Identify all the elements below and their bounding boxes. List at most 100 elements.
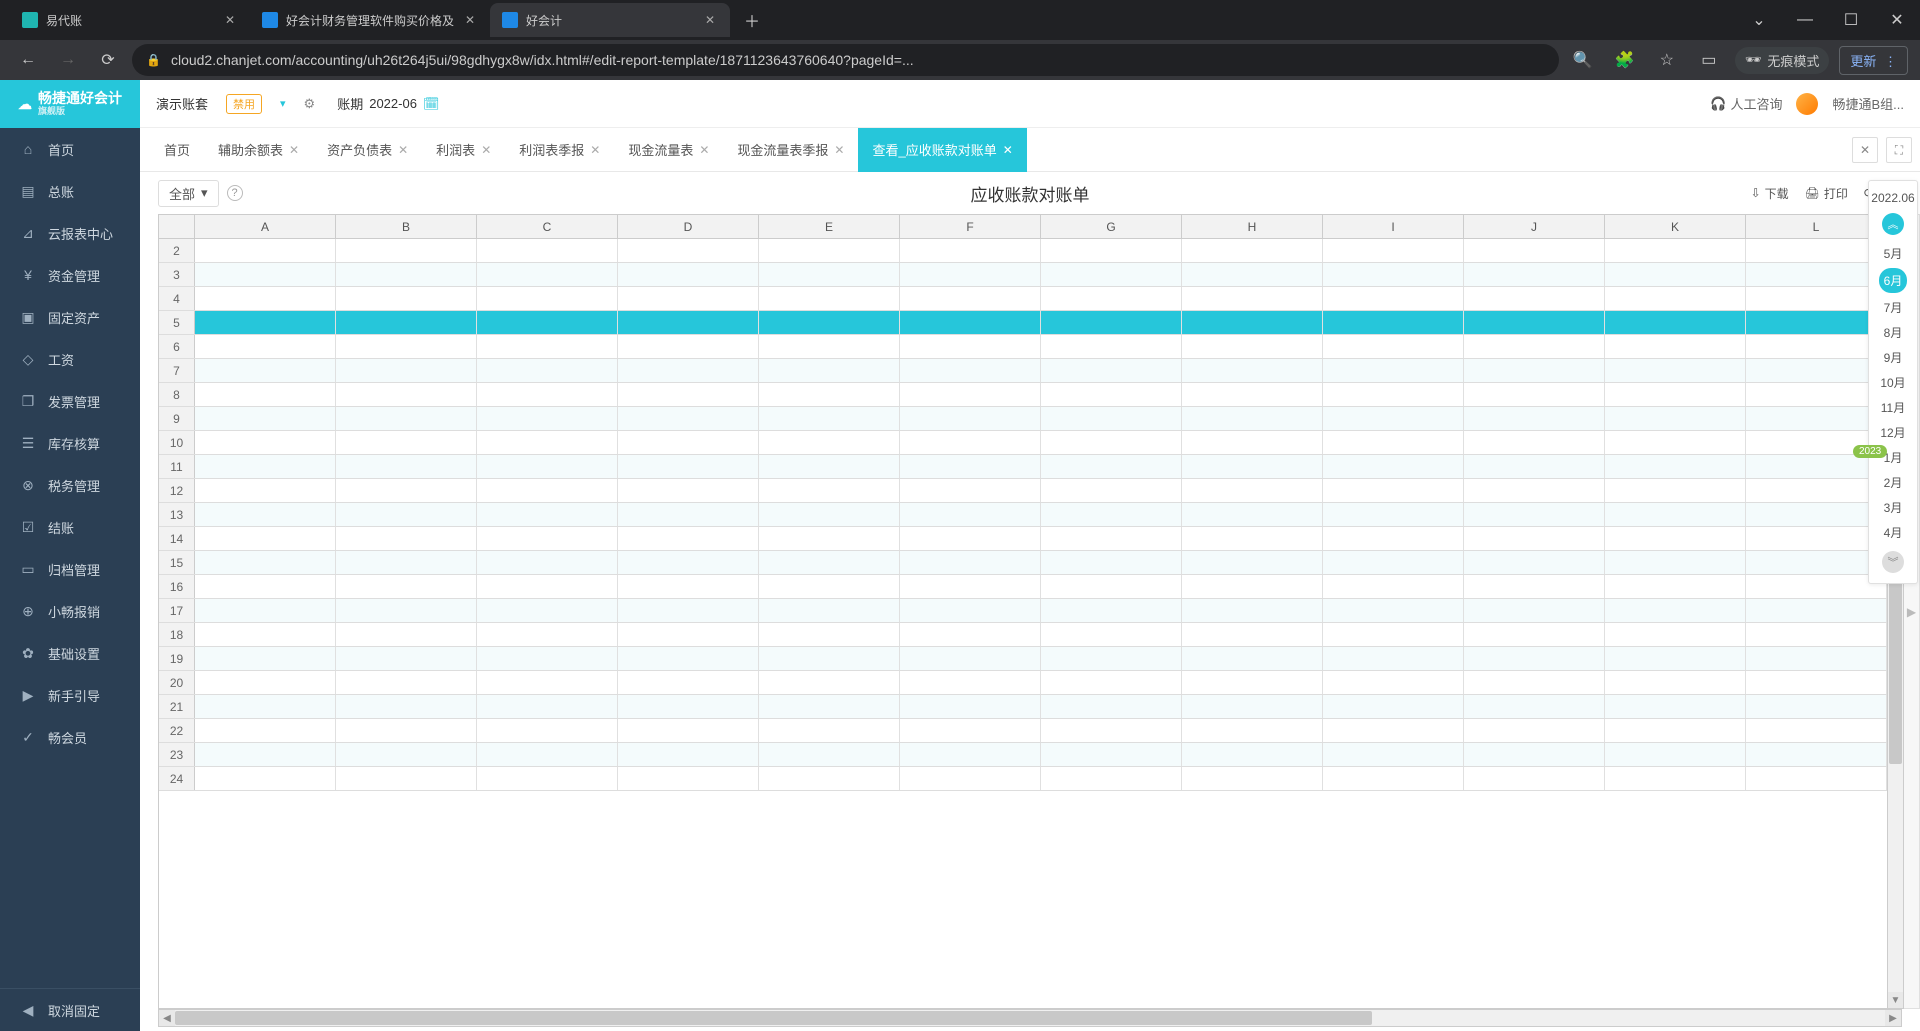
month-item[interactable]: 3月 [1869, 495, 1917, 520]
cell[interactable] [1041, 671, 1182, 694]
doc-tab[interactable]: 资产负债表✕ [313, 128, 422, 172]
cell[interactable] [1182, 455, 1323, 478]
cell[interactable] [618, 239, 759, 262]
doc-tab[interactable]: 利润表季报✕ [505, 128, 614, 172]
cell[interactable] [336, 263, 477, 286]
close-icon[interactable]: ✕ [222, 12, 238, 28]
sidebar-item[interactable]: ⌂首页 [0, 128, 140, 170]
cell[interactable] [336, 407, 477, 430]
cell[interactable] [336, 575, 477, 598]
cell[interactable] [336, 551, 477, 574]
cell[interactable] [900, 335, 1041, 358]
cell[interactable] [1323, 503, 1464, 526]
cell[interactable] [336, 479, 477, 502]
cell[interactable] [1182, 503, 1323, 526]
cell[interactable] [1323, 743, 1464, 766]
cell[interactable] [618, 695, 759, 718]
cell[interactable] [477, 743, 618, 766]
cell[interactable] [336, 287, 477, 310]
cell[interactable] [195, 311, 336, 334]
cell[interactable] [900, 575, 1041, 598]
cell[interactable] [900, 623, 1041, 646]
cell[interactable] [195, 455, 336, 478]
cell[interactable] [618, 551, 759, 574]
app-logo[interactable]: ☁ 畅捷通好会计 旗舰版 [0, 80, 140, 128]
column-header[interactable]: A [195, 215, 336, 238]
cell[interactable] [1041, 743, 1182, 766]
cell[interactable] [1464, 287, 1605, 310]
cell[interactable] [1041, 767, 1182, 790]
month-item[interactable]: 11月 [1869, 395, 1917, 420]
cell[interactable] [1605, 263, 1746, 286]
cell[interactable] [1182, 311, 1323, 334]
cell[interactable] [759, 527, 900, 550]
cell[interactable] [1464, 503, 1605, 526]
scroll-right-button[interactable]: ▶ [1885, 1010, 1901, 1026]
column-header[interactable]: B [336, 215, 477, 238]
sidebar-unpin[interactable]: ◀ 取消固定 [0, 989, 140, 1031]
row-header[interactable]: 12 [159, 479, 195, 502]
close-icon[interactable]: ✕ [590, 143, 600, 157]
scroll-thumb[interactable] [175, 1011, 1372, 1025]
cell[interactable] [1746, 503, 1887, 526]
table-row[interactable]: 24 [159, 767, 1887, 791]
cell[interactable] [477, 719, 618, 742]
cell[interactable] [1605, 719, 1746, 742]
cell[interactable] [1041, 287, 1182, 310]
cell[interactable] [336, 767, 477, 790]
cell[interactable] [1464, 263, 1605, 286]
row-header[interactable]: 20 [159, 671, 195, 694]
cell[interactable] [1746, 383, 1887, 406]
cell[interactable] [1464, 623, 1605, 646]
sidebar-item[interactable]: ▭归档管理 [0, 548, 140, 590]
cell[interactable] [1605, 527, 1746, 550]
column-header[interactable]: C [477, 215, 618, 238]
cell[interactable] [1746, 647, 1887, 670]
cell[interactable] [1746, 551, 1887, 574]
cell[interactable] [900, 263, 1041, 286]
table-row[interactable]: 17 [159, 599, 1887, 623]
cell[interactable] [759, 743, 900, 766]
cell[interactable] [1041, 623, 1182, 646]
cell[interactable] [759, 623, 900, 646]
cell[interactable] [195, 359, 336, 382]
cell[interactable] [1605, 359, 1746, 382]
download-button[interactable]: ⇩ 下载 [1751, 185, 1789, 202]
cell[interactable] [1464, 479, 1605, 502]
cell[interactable] [1323, 359, 1464, 382]
cell[interactable] [900, 455, 1041, 478]
cell[interactable] [759, 455, 900, 478]
cell[interactable] [1605, 407, 1746, 430]
cell[interactable] [1041, 431, 1182, 454]
cell[interactable] [1605, 455, 1746, 478]
cell[interactable] [336, 599, 477, 622]
scroll-up-button[interactable]: ︽ [1882, 213, 1904, 235]
cell[interactable] [195, 431, 336, 454]
close-icon[interactable]: ✕ [834, 143, 844, 157]
row-header[interactable]: 19 [159, 647, 195, 670]
row-header[interactable]: 15 [159, 551, 195, 574]
table-row[interactable]: 2 [159, 239, 1887, 263]
cell[interactable] [618, 407, 759, 430]
cell[interactable] [900, 743, 1041, 766]
cell[interactable] [618, 431, 759, 454]
cell[interactable] [1041, 599, 1182, 622]
column-header[interactable]: F [900, 215, 1041, 238]
cell[interactable] [1041, 719, 1182, 742]
cell[interactable] [900, 287, 1041, 310]
cell[interactable] [1746, 455, 1887, 478]
cell[interactable] [759, 719, 900, 742]
zoom-icon[interactable]: 🔍 [1567, 44, 1599, 76]
cell[interactable] [1041, 695, 1182, 718]
column-header[interactable]: E [759, 215, 900, 238]
cell[interactable] [1464, 359, 1605, 382]
incognito-badge[interactable]: 🕶 无痕模式 [1735, 47, 1830, 74]
table-row[interactable]: 15 [159, 551, 1887, 575]
cell[interactable] [477, 335, 618, 358]
cell[interactable] [1605, 551, 1746, 574]
cell[interactable] [618, 767, 759, 790]
cell[interactable] [618, 743, 759, 766]
cell[interactable] [1323, 239, 1464, 262]
doc-tab[interactable]: 辅助余额表✕ [204, 128, 313, 172]
row-header[interactable]: 21 [159, 695, 195, 718]
